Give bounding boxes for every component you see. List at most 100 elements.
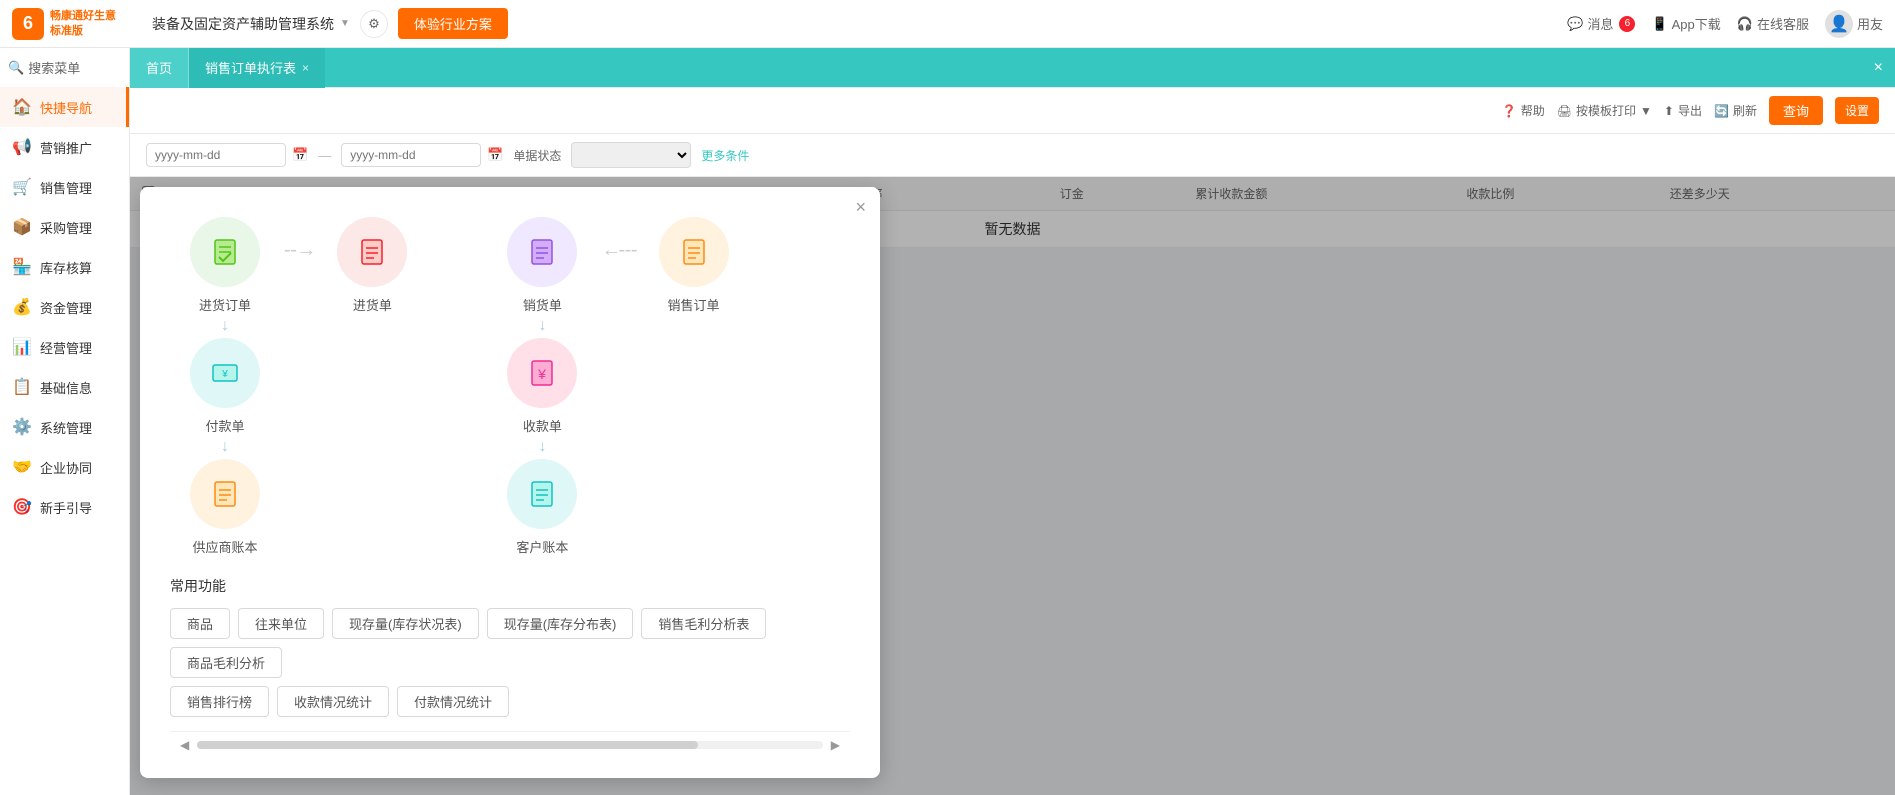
common-btn-goods[interactable]: 商品: [170, 608, 230, 639]
flow-supplier-ledger[interactable]: 供应商账本: [170, 459, 280, 556]
sidebar-item-quick-nav[interactable]: 🏠 快捷导航: [0, 87, 129, 127]
system-title: 装备及固定资产辅助管理系统 ▼: [152, 14, 350, 34]
common-btn-stock-dist[interactable]: 现存量(库存分布表): [487, 608, 634, 639]
sales-order-label: 销售订单: [668, 295, 720, 314]
logo: 6 畅康通好生意 标准版: [12, 8, 142, 40]
scroll-right-arrow[interactable]: ▶: [831, 738, 840, 752]
trial-button[interactable]: 体验行业方案: [398, 8, 508, 39]
common-btn-receipt-stats[interactable]: 收款情况统计: [277, 686, 389, 717]
search-icon: 🔍: [8, 60, 24, 76]
tab-sales-order[interactable]: 销售订单执行表 ×: [189, 48, 325, 88]
sales-receipt-label: 销货单: [523, 295, 562, 314]
svg-text:¥: ¥: [221, 369, 228, 380]
common-btn-contacts[interactable]: 往来单位: [238, 608, 324, 639]
flow-receipt[interactable]: ¥ 收款单: [487, 338, 597, 435]
common-btn-payment-stats[interactable]: 付款情况统计: [397, 686, 509, 717]
app-download-button[interactable]: 📱 App下载: [1651, 14, 1720, 33]
supplier-ledger-label: 供应商账本: [192, 537, 257, 556]
download-icon: 📱: [1651, 16, 1667, 32]
online-service-button[interactable]: 🎧 在线客服: [1737, 14, 1809, 33]
sidebar-item-basic[interactable]: 📋 基础信息: [0, 367, 129, 407]
scroll-hint: ◀ ▶: [170, 731, 850, 758]
sidebar-item-guide[interactable]: 🎯 新手引导: [0, 487, 129, 527]
refresh-button[interactable]: 🔄 刷新: [1714, 102, 1757, 119]
print-icon: 🖨: [1557, 104, 1572, 118]
system-dropdown-icon[interactable]: ▼: [340, 18, 350, 29]
sidebar-item-enterprise[interactable]: 🤝 企业协同: [0, 447, 129, 487]
marketing-icon: 📢: [12, 137, 32, 157]
flow-purchase-receipt[interactable]: 进货单: [317, 217, 427, 314]
date-end-input[interactable]: [341, 143, 481, 167]
scroll-left-arrow[interactable]: ◀: [180, 738, 189, 752]
export-icon: ⬆: [1664, 104, 1674, 118]
flow-payment[interactable]: ¥ 付款单: [170, 338, 280, 435]
arrow-down-4: ↓: [538, 437, 546, 457]
tab-close-icon[interactable]: ×: [302, 61, 309, 75]
date-start-input[interactable]: [146, 143, 286, 167]
tab-bar-close[interactable]: ×: [1862, 59, 1895, 77]
basic-icon: 📋: [12, 377, 32, 397]
common-functions-section: 常用功能 商品 往来单位 现存量(库存状况表) 现存量(库存分布表) 销售毛利分…: [170, 576, 850, 717]
common-btn-sales-rank[interactable]: 销售排行榜: [170, 686, 269, 717]
more-conditions-link[interactable]: 更多条件: [701, 147, 749, 164]
purchase-order-label: 进货订单: [199, 295, 251, 314]
purchase-receipt-label: 进货单: [353, 295, 392, 314]
sales-receipt-icon: [507, 217, 577, 287]
order-status-label: 单据状态: [513, 147, 561, 164]
arrow-down-2: ↓: [538, 316, 546, 336]
avatar: 👤: [1825, 10, 1853, 38]
filter-row: 📅 — 📅 单据状态 更多条件: [130, 134, 1895, 177]
arrow-down-3: ↓: [221, 437, 229, 457]
print-dropdown-icon: ▼: [1640, 104, 1652, 118]
settings-button[interactable]: ⚙: [360, 10, 388, 38]
setting-button[interactable]: 设置: [1835, 97, 1879, 124]
finance-icon: 💰: [12, 297, 32, 317]
home-icon: 🏠: [12, 97, 32, 117]
calendar-end-icon[interactable]: 📅: [487, 147, 503, 163]
sidebar-item-inventory[interactable]: 🏪 库存核算: [0, 247, 129, 287]
flow-sales-receipt[interactable]: 销货单: [487, 217, 597, 314]
scroll-track: [197, 741, 823, 749]
message-badge: 6: [1619, 16, 1635, 32]
sidebar-search[interactable]: 🔍 搜索菜单: [0, 48, 129, 87]
common-buttons-row1: 商品 往来单位 现存量(库存状况表) 现存量(库存分布表) 销售毛利分析表 商品…: [170, 608, 850, 678]
popup-close-button[interactable]: ×: [855, 197, 866, 218]
sidebar-item-purchase[interactable]: 📦 采购管理: [0, 207, 129, 247]
common-btn-goods-margin[interactable]: 商品毛利分析: [170, 647, 282, 678]
purchase-receipt-icon: [337, 217, 407, 287]
common-btn-stock-status[interactable]: 现存量(库存状况表): [332, 608, 479, 639]
common-btn-sales-margin[interactable]: 销售毛利分析表: [641, 608, 766, 639]
content-body: 品 商品 金额 预估毛利 预估毛利率 订金 累计收款金额 收款比例 还差多少天: [130, 177, 1895, 795]
sidebar-item-sales[interactable]: 🛒 销售管理: [0, 167, 129, 207]
supplier-ledger-icon: [190, 459, 260, 529]
sales-icon: 🛒: [12, 177, 32, 197]
message-button[interactable]: 💬 消息 6: [1567, 14, 1635, 33]
top-right-actions: 💬 消息 6 📱 App下载 🎧 在线客服 👤 用友: [1567, 10, 1883, 38]
content-area: 首页 销售订单执行表 × × ❓ 帮助 🖨 按模板打印 ▼: [130, 48, 1895, 795]
page-toolbar: ❓ 帮助 🖨 按模板打印 ▼ ⬆ 导出 🔄 刷新 查询 设置: [130, 88, 1895, 134]
template-print-button[interactable]: 🖨 按模板打印 ▼: [1557, 102, 1652, 119]
flow-sales-order[interactable]: 销售订单: [639, 217, 749, 314]
help-button[interactable]: ❓ 帮助: [1502, 102, 1545, 119]
sidebar-item-system[interactable]: ⚙️ 系统管理: [0, 407, 129, 447]
export-button[interactable]: ⬆ 导出: [1664, 102, 1702, 119]
order-status-select[interactable]: [571, 142, 691, 168]
flow-customer-ledger[interactable]: 客户账本: [487, 459, 597, 556]
receipt-icon: ¥: [507, 338, 577, 408]
common-buttons-row2: 销售排行榜 收款情况统计 付款情况统计: [170, 686, 850, 717]
customer-ledger-label: 客户账本: [516, 537, 568, 556]
receipt-label: 收款单: [523, 416, 562, 435]
sidebar-item-operations[interactable]: 📊 经营管理: [0, 327, 129, 367]
logo-icon: 6: [12, 8, 44, 40]
sidebar: 🔍 搜索菜单 🏠 快捷导航 📢 营销推广 🛒 销售管理 📦: [0, 48, 130, 795]
arrow-down-1: ↓: [221, 316, 229, 336]
purchase-icon: 📦: [12, 217, 32, 237]
user-menu[interactable]: 👤 用友: [1825, 10, 1883, 38]
flow-purchase-order[interactable]: 进货订单: [170, 217, 280, 314]
sidebar-item-finance[interactable]: 💰 资金管理: [0, 287, 129, 327]
sidebar-item-marketing[interactable]: 📢 营销推广: [0, 127, 129, 167]
calendar-icon[interactable]: 📅: [292, 147, 308, 163]
query-button[interactable]: 查询: [1769, 96, 1823, 125]
system-icon: ⚙️: [12, 417, 32, 437]
tab-home[interactable]: 首页: [130, 48, 189, 88]
